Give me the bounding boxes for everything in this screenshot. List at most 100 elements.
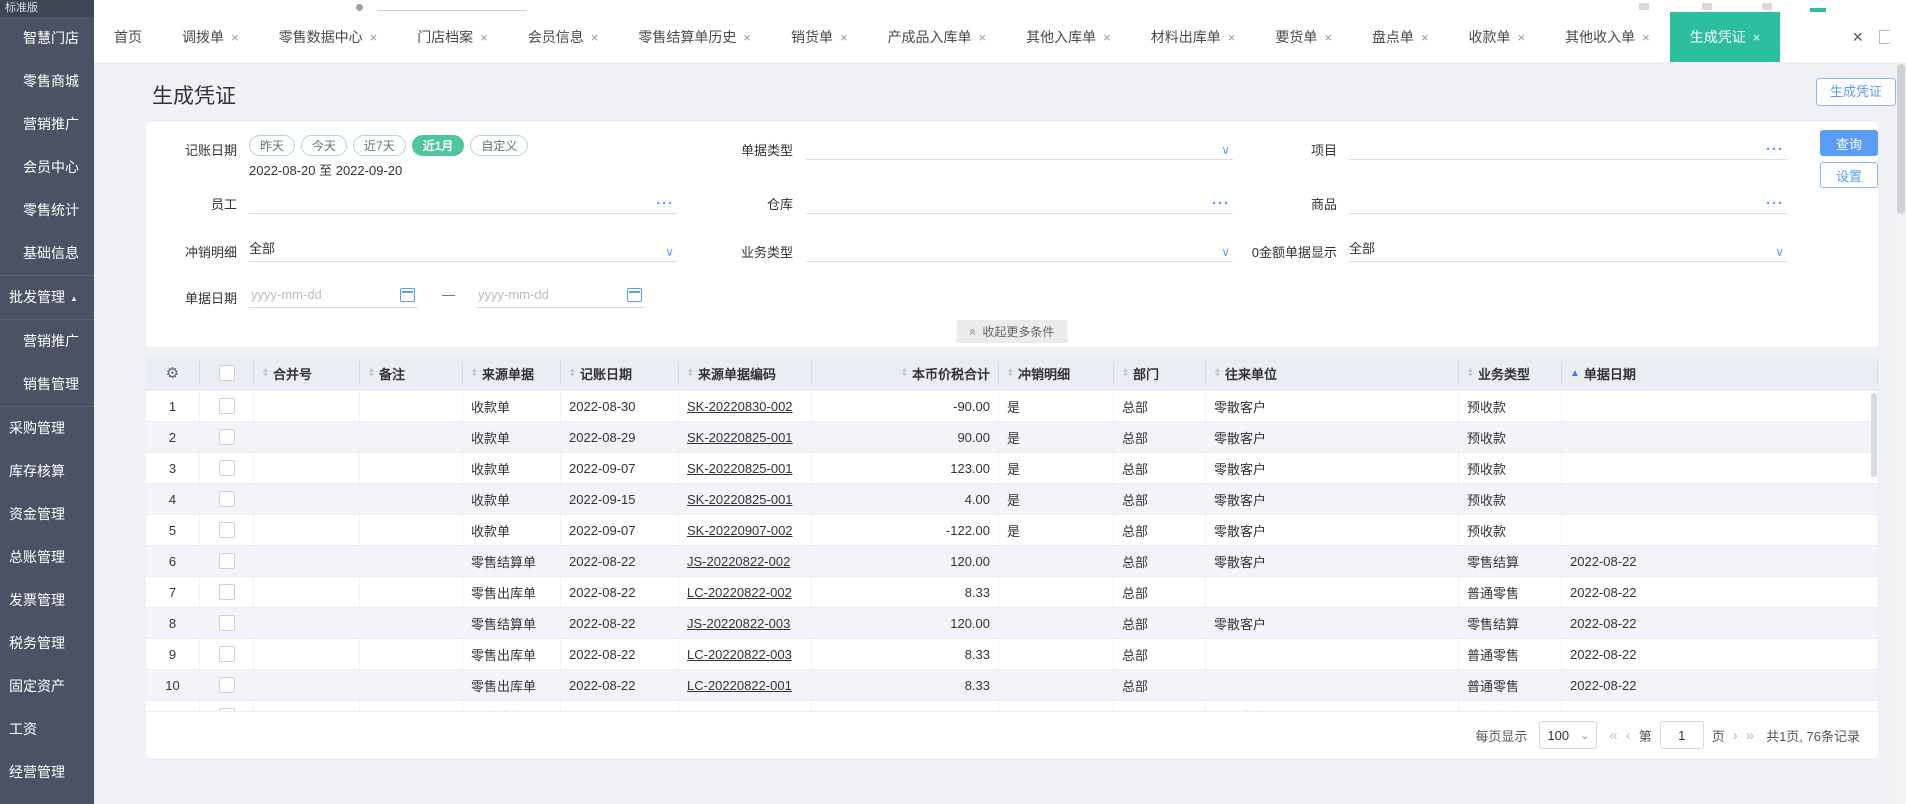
page-scrollbar[interactable] <box>1896 62 1906 804</box>
date-preset-pill[interactable]: 近7天 <box>353 135 406 156</box>
tab-close-icon[interactable]: × <box>370 30 378 45</box>
sidebar-item[interactable]: 销售管理 <box>0 363 94 406</box>
tab-close-icon[interactable]: × <box>979 30 987 45</box>
column-header[interactable]: ▲ ▼ 往来单位 <box>1206 362 1459 384</box>
source-doc-link[interactable]: SK-20220825-001 <box>687 461 793 476</box>
column-header[interactable]: ▲ ▼ 冲销明细 <box>999 362 1114 384</box>
source-doc-link[interactable]: JS-20220822-003 <box>687 616 790 631</box>
tab-close-icon[interactable]: × <box>1324 30 1332 45</box>
table-row[interactable]: 6 零售结算单 2022-08-22 JS-20220822-002 120.00 总部零… <box>146 546 1878 577</box>
prev-page-button[interactable]: ‹ <box>1626 728 1631 743</box>
first-page-button[interactable]: « <box>1609 728 1617 743</box>
tab[interactable]: 其他收入单 × <box>1545 12 1670 62</box>
column-settings-button[interactable]: ⚙ <box>146 362 200 384</box>
chevron-down-icon[interactable]: ∨ <box>665 246 674 258</box>
sidebar-item[interactable]: 营销推广 <box>0 103 94 146</box>
tab-close-icon[interactable]: × <box>591 30 599 45</box>
tab-close-icon[interactable]: × <box>1421 30 1429 45</box>
date-preset-pill[interactable]: 昨天 <box>249 135 296 156</box>
source-doc-link[interactable]: SK-20220825-001 <box>687 492 793 507</box>
sidebar-item[interactable]: 营销推广 <box>0 320 94 363</box>
goods-field[interactable]: ··· <box>1349 190 1787 214</box>
row-checkbox[interactable] <box>218 460 235 476</box>
tab-close-icon[interactable]: × <box>840 30 848 45</box>
ellipsis-icon[interactable]: ··· <box>656 196 674 211</box>
sidebar-item[interactable]: 零售商城 <box>0 60 94 103</box>
generate-voucher-button[interactable]: 生成凭证 <box>1815 78 1896 106</box>
query-button[interactable]: 查询 <box>1820 130 1878 156</box>
tab[interactable]: 会员信息 × <box>508 12 619 62</box>
page-size-select[interactable]: 100 ⌄ <box>1539 721 1598 749</box>
collapse-more-conditions[interactable]: « 收起更多条件 <box>956 320 1068 343</box>
date-preset-pill[interactable]: 自定义 <box>470 135 529 156</box>
settings-button[interactable]: 设置 <box>1820 162 1878 188</box>
sidebar-item[interactable]: 工资 <box>0 708 94 751</box>
table-row[interactable]: 1 收款单 2022-08-30 SK-20220830-002 -90.00 是总部 零散… <box>146 391 1878 422</box>
table-row[interactable]: 4 收款单 2022-09-15 SK-20220825-001 4.00 是总部 零散客户… <box>146 484 1878 515</box>
tab-close-icon[interactable]: × <box>1642 30 1650 45</box>
sort-icons[interactable]: ▲ ▼ <box>367 367 375 379</box>
column-header[interactable]: ▲ ▼ 部门 <box>1114 362 1206 384</box>
column-header[interactable]: ▲ ▼ 记账日期 <box>561 362 679 384</box>
sidebar-item[interactable]: 智慧门店 <box>0 17 94 60</box>
tab[interactable]: 零售结算单历史 × <box>618 12 771 62</box>
tab[interactable]: 销货单 × <box>771 12 868 62</box>
sidebar-item[interactable]: 零售统计 <box>0 189 94 232</box>
business-type-select[interactable]: ∨ <box>806 238 1233 262</box>
tab[interactable]: 材料出库单 × <box>1131 12 1256 62</box>
page-scrollbar-thumb[interactable] <box>1897 64 1905 214</box>
date-preset-pill[interactable]: 近1月 <box>411 135 465 156</box>
source-doc-link[interactable]: JS-20220822-001 <box>687 709 790 712</box>
tab-close-icon[interactable]: × <box>1753 30 1761 45</box>
sidebar-item[interactable]: 固定资产 <box>0 665 94 708</box>
column-header[interactable]: ▲ 单据日期 <box>1562 362 1878 384</box>
table-row[interactable]: 8 零售结算单 2022-08-22 JS-20220822-003 120.00 总部零… <box>146 608 1878 639</box>
close-all-tabs-icon[interactable]: × <box>1852 28 1863 46</box>
doc-date-end-input[interactable] <box>476 282 645 308</box>
tab-close-icon[interactable]: × <box>231 30 239 45</box>
sort-icons[interactable]: ▲ ▼ <box>900 367 908 379</box>
ellipsis-icon[interactable]: ··· <box>1766 196 1784 211</box>
tab[interactable]: 其他入库单 × <box>1006 12 1131 62</box>
table-row[interactable]: 7 零售出库单 2022-08-22 LC-20220822-002 8.33 总部 普通零… <box>146 577 1878 608</box>
row-checkbox[interactable] <box>218 398 235 414</box>
tab[interactable]: 收款单 × <box>1449 12 1546 62</box>
doc-type-field[interactable]: ∨ <box>806 136 1233 160</box>
source-doc-link[interactable]: SK-20220830-002 <box>687 399 793 414</box>
table-scrollbar-thumb[interactable] <box>1871 393 1877 477</box>
tab-close-icon[interactable]: × <box>743 30 751 45</box>
column-header[interactable]: ▲ ▼ 合并号 <box>254 362 360 384</box>
tab-close-icon[interactable]: × <box>1103 30 1111 45</box>
source-doc-link[interactable]: LC-20220822-002 <box>687 585 792 600</box>
sort-asc-icon[interactable]: ▲ <box>1570 368 1580 379</box>
tab[interactable]: 盘点单 × <box>1352 12 1449 62</box>
tab[interactable]: 首页 <box>94 12 162 62</box>
sort-icons[interactable]: ▲ ▼ <box>1006 367 1014 379</box>
row-checkbox[interactable] <box>218 677 235 693</box>
sort-icons[interactable]: ▲ ▼ <box>1121 367 1129 379</box>
sort-icons[interactable]: ▲ ▼ <box>568 367 576 379</box>
sidebar-item[interactable]: 发票管理 <box>0 579 94 622</box>
project-field[interactable]: ··· <box>1349 136 1787 160</box>
sort-icons[interactable]: ▲ ▼ <box>470 367 478 379</box>
source-doc-link[interactable]: SK-20220825-001 <box>687 430 793 445</box>
zero-amount-select[interactable]: 全部 ∨ <box>1349 238 1787 262</box>
sort-icons[interactable]: ▲ ▼ <box>686 367 694 379</box>
column-header[interactable]: ▲ ▼ 本币价税合计 <box>812 362 999 384</box>
sidebar-item[interactable]: 基础信息 <box>0 232 94 275</box>
row-checkbox[interactable] <box>218 708 235 711</box>
source-doc-link[interactable]: LC-20220822-001 <box>687 678 792 693</box>
sort-icons[interactable]: ▲ ▼ <box>1466 367 1474 379</box>
table-row[interactable]: 2 收款单 2022-08-29 SK-20220825-001 90.00 是总部 零散客… <box>146 422 1878 453</box>
column-header[interactable]: ▲ ▼ 来源单据编码 <box>679 362 812 384</box>
tab[interactable]: 生成凭证 × <box>1669 12 1781 62</box>
calendar-icon[interactable] <box>400 288 415 302</box>
last-page-button[interactable]: » <box>1746 728 1754 743</box>
row-checkbox[interactable] <box>218 553 235 569</box>
tab-close-icon[interactable]: × <box>1518 30 1526 45</box>
date-preset-pill[interactable]: 今天 <box>301 135 348 156</box>
calendar-icon[interactable] <box>627 288 642 302</box>
table-row[interactable]: 5 收款单 2022-09-07 SK-20220907-002 -122.00 是总部零… <box>146 515 1878 546</box>
row-checkbox[interactable] <box>218 615 235 631</box>
column-header[interactable]: ▲ ▼ 备注 <box>360 362 463 384</box>
